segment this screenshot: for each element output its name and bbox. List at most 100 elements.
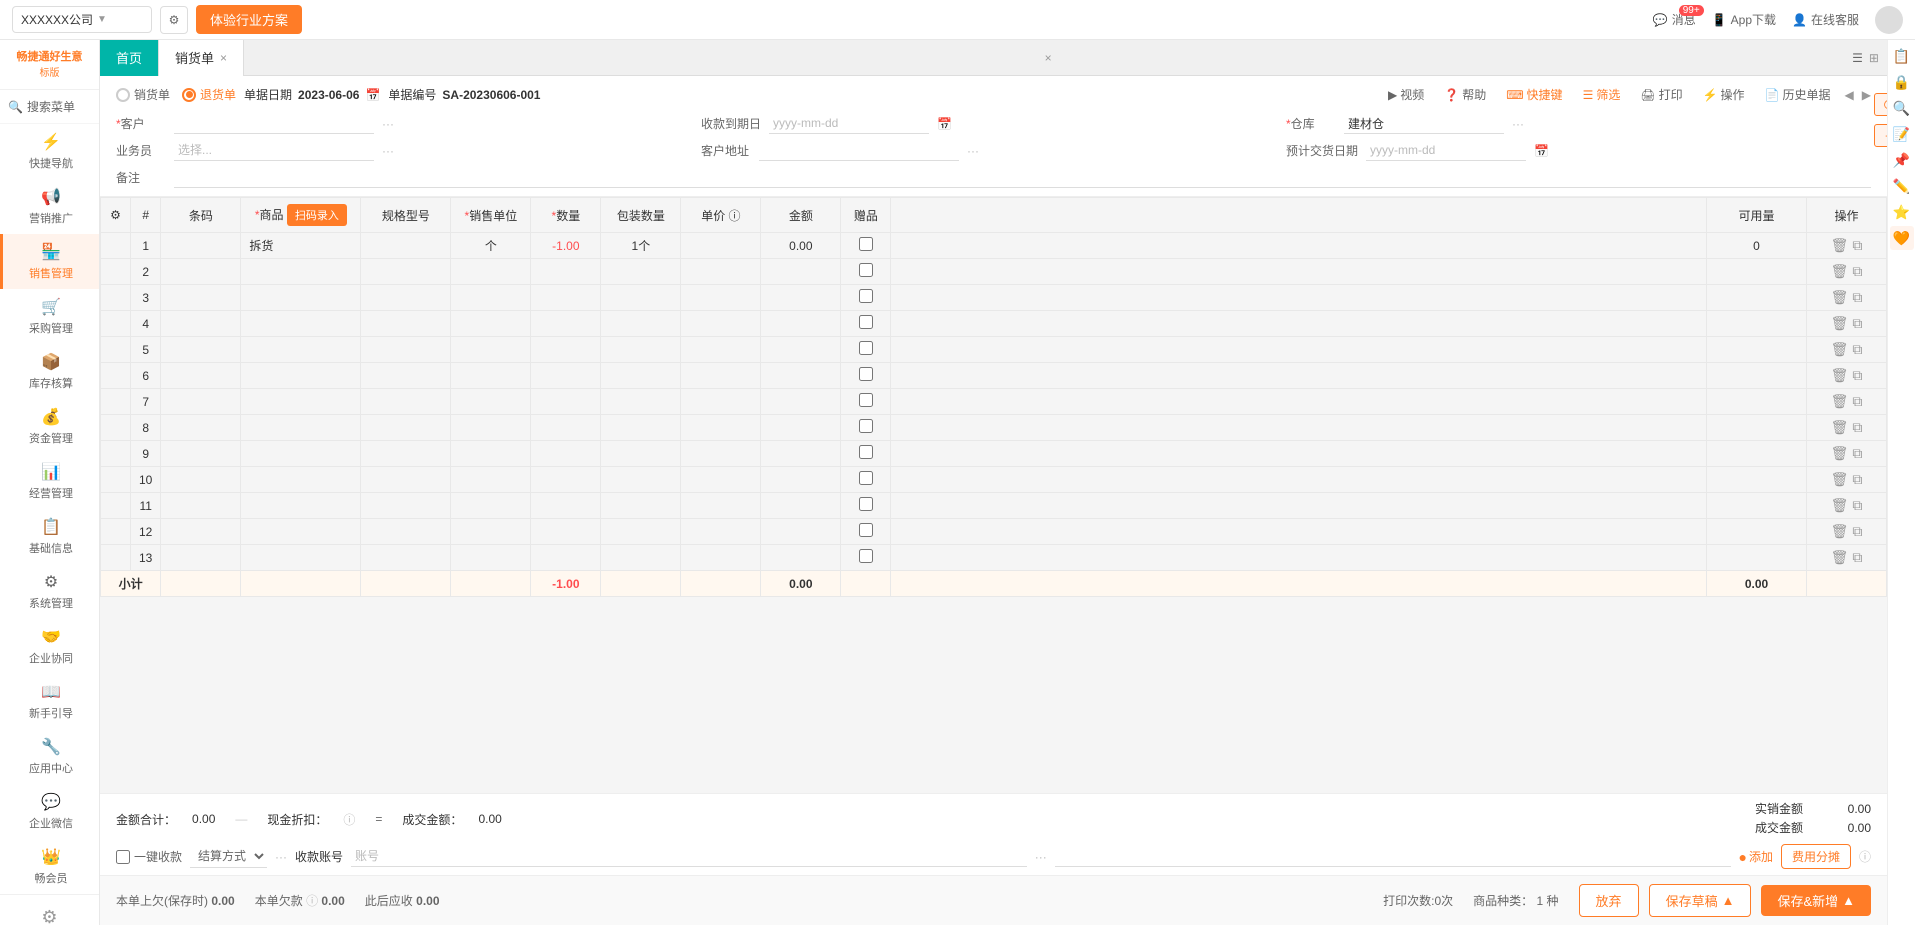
delete-row-icon[interactable]: 🗑 bbox=[1831, 315, 1849, 332]
delete-row-icon[interactable]: 🗑 bbox=[1831, 471, 1849, 488]
row-spec-cell[interactable] bbox=[361, 493, 451, 519]
row-price-cell[interactable] bbox=[681, 259, 761, 285]
row-unit-cell[interactable] bbox=[451, 415, 531, 441]
video-btn[interactable]: ▶ 视频 bbox=[1382, 84, 1430, 105]
expense-help-icon[interactable]: ⓘ bbox=[1859, 848, 1871, 865]
print-btn[interactable]: 🖨 打印 bbox=[1634, 84, 1688, 105]
receipt-calendar-icon[interactable]: 📅 bbox=[937, 117, 952, 131]
close-all-icon[interactable]: × bbox=[1033, 51, 1064, 65]
next-record-icon[interactable]: ▶ bbox=[1862, 88, 1871, 102]
sidebar-item-guide[interactable]: 📖 新手引导 bbox=[0, 674, 99, 729]
right-panel-notes-icon[interactable]: 📋 bbox=[1890, 44, 1914, 68]
sidebar-item-marketing[interactable]: 📢 营销推广 bbox=[0, 179, 99, 234]
salesperson-more-icon[interactable]: ··· bbox=[382, 144, 394, 158]
row-unit-cell[interactable] bbox=[451, 519, 531, 545]
row-qty-cell[interactable] bbox=[531, 311, 601, 337]
row-gift-cell[interactable] bbox=[841, 441, 891, 467]
discard-button[interactable]: 放弃 bbox=[1579, 884, 1639, 917]
row-gift-cell[interactable] bbox=[841, 519, 891, 545]
row-product-cell[interactable] bbox=[241, 519, 361, 545]
salesperson-input[interactable] bbox=[174, 140, 374, 161]
amount-input[interactable] bbox=[1055, 846, 1731, 867]
sidebar-item-sales[interactable]: 🏪 销售管理 bbox=[0, 234, 99, 289]
row-qty-cell[interactable] bbox=[531, 337, 601, 363]
row-gift-cell[interactable] bbox=[841, 493, 891, 519]
tab-sale-order[interactable]: 销货单 × bbox=[159, 40, 244, 76]
row-price-cell[interactable] bbox=[681, 415, 761, 441]
sidebar-item-operations[interactable]: 📊 经营管理 bbox=[0, 454, 99, 509]
sidebar-item-system[interactable]: ⚙ 系统管理 bbox=[0, 564, 99, 619]
row-qty-cell[interactable] bbox=[531, 467, 601, 493]
row-product-cell[interactable] bbox=[241, 389, 361, 415]
receipt-date-input[interactable] bbox=[769, 113, 929, 134]
copy-row-icon[interactable]: ⧉ bbox=[1852, 341, 1862, 358]
save-draft-button[interactable]: 保存草稿 ▲ bbox=[1649, 884, 1752, 917]
row-spec-cell[interactable] bbox=[361, 519, 451, 545]
row-barcode-cell[interactable] bbox=[161, 285, 241, 311]
row-unit-cell[interactable] bbox=[451, 389, 531, 415]
sidebar-item-enterprise[interactable]: 🤝 企业协同 bbox=[0, 619, 99, 674]
row-gift-cell[interactable] bbox=[841, 233, 891, 259]
row-product-cell[interactable] bbox=[241, 363, 361, 389]
right-panel-memo-icon[interactable]: 📝 bbox=[1890, 122, 1914, 146]
grid-view-icon[interactable]: ⊞ bbox=[1869, 51, 1879, 65]
copy-row-icon[interactable]: ⧉ bbox=[1852, 419, 1862, 436]
row-price-cell[interactable] bbox=[681, 441, 761, 467]
row-amount-cell[interactable] bbox=[761, 337, 841, 363]
row-spec-cell[interactable] bbox=[361, 285, 451, 311]
sidebar-item-search[interactable]: 🔍 搜索菜单 bbox=[0, 90, 99, 124]
delete-row-icon[interactable]: 🗑 bbox=[1831, 237, 1849, 254]
copy-row-icon[interactable]: ⧉ bbox=[1852, 471, 1862, 488]
scan-button[interactable]: 扫码录入 bbox=[287, 204, 347, 226]
copy-row-icon[interactable]: ⧉ bbox=[1852, 367, 1862, 384]
row-product-cell[interactable] bbox=[241, 337, 361, 363]
row-spec-cell[interactable] bbox=[361, 259, 451, 285]
row-amount-cell[interactable] bbox=[761, 415, 841, 441]
sidebar-item-app-center[interactable]: 🔧 应用中心 bbox=[0, 729, 99, 784]
help-btn[interactable]: ❓ 帮助 bbox=[1438, 84, 1492, 105]
delete-row-icon[interactable]: 🗑 bbox=[1831, 393, 1849, 410]
delete-row-icon[interactable]: 🗑 bbox=[1831, 523, 1849, 540]
customer-address-input[interactable] bbox=[759, 140, 959, 161]
address-more-icon[interactable]: ··· bbox=[967, 144, 979, 158]
sidebar-settings-icon[interactable]: ⚙ bbox=[0, 901, 99, 925]
row-qty-cell[interactable] bbox=[531, 415, 601, 441]
row-amount-cell[interactable] bbox=[761, 519, 841, 545]
row-spec-cell[interactable] bbox=[361, 389, 451, 415]
settings-icon[interactable]: ⚙ bbox=[160, 6, 188, 34]
row-barcode-cell[interactable] bbox=[161, 337, 241, 363]
right-panel-star-icon[interactable]: ⭐ bbox=[1890, 200, 1914, 224]
row-unit-cell[interactable] bbox=[451, 545, 531, 571]
row-qty-cell[interactable] bbox=[531, 389, 601, 415]
sidebar-item-finance[interactable]: 💰 资金管理 bbox=[0, 399, 99, 454]
copy-row-icon[interactable]: ⧉ bbox=[1852, 445, 1862, 462]
right-panel-lock-icon[interactable]: 🔒 bbox=[1890, 70, 1914, 94]
row-product-cell[interactable] bbox=[241, 311, 361, 337]
sidebar-item-wechat[interactable]: 💬 企业微信 bbox=[0, 784, 99, 839]
row-amount-cell[interactable] bbox=[761, 467, 841, 493]
customer-input[interactable] bbox=[174, 113, 374, 134]
flow-button[interactable]: + 物流 bbox=[1874, 124, 1887, 147]
add-button[interactable]: ● 添加 bbox=[1739, 848, 1773, 865]
row-unit-cell[interactable] bbox=[451, 363, 531, 389]
row-spec-cell[interactable] bbox=[361, 441, 451, 467]
copy-row-icon[interactable]: ⧉ bbox=[1852, 237, 1862, 254]
row-barcode-cell[interactable] bbox=[161, 441, 241, 467]
save-new-button[interactable]: 保存&新增 ▲ bbox=[1761, 885, 1871, 916]
row-amount-cell[interactable] bbox=[761, 493, 841, 519]
row-gift-cell[interactable] bbox=[841, 467, 891, 493]
row-product-cell[interactable] bbox=[241, 285, 361, 311]
row-unit-cell[interactable] bbox=[451, 493, 531, 519]
expense-split-button[interactable]: 费用分摊 bbox=[1781, 844, 1851, 869]
row-barcode-cell[interactable] bbox=[161, 233, 241, 259]
row-gift-cell[interactable] bbox=[841, 389, 891, 415]
copy-row-icon[interactable]: ⧉ bbox=[1852, 263, 1862, 280]
row-barcode-cell[interactable] bbox=[161, 415, 241, 441]
return-order-radio[interactable]: 退货单 bbox=[182, 86, 236, 103]
row-gift-cell[interactable] bbox=[841, 545, 891, 571]
delete-row-icon[interactable]: 🗑 bbox=[1831, 367, 1849, 384]
warehouse-more-icon[interactable]: ··· bbox=[1512, 117, 1524, 131]
sidebar-item-purchase[interactable]: 🛒 采购管理 bbox=[0, 289, 99, 344]
row-qty-cell[interactable] bbox=[531, 545, 601, 571]
row-barcode-cell[interactable] bbox=[161, 389, 241, 415]
